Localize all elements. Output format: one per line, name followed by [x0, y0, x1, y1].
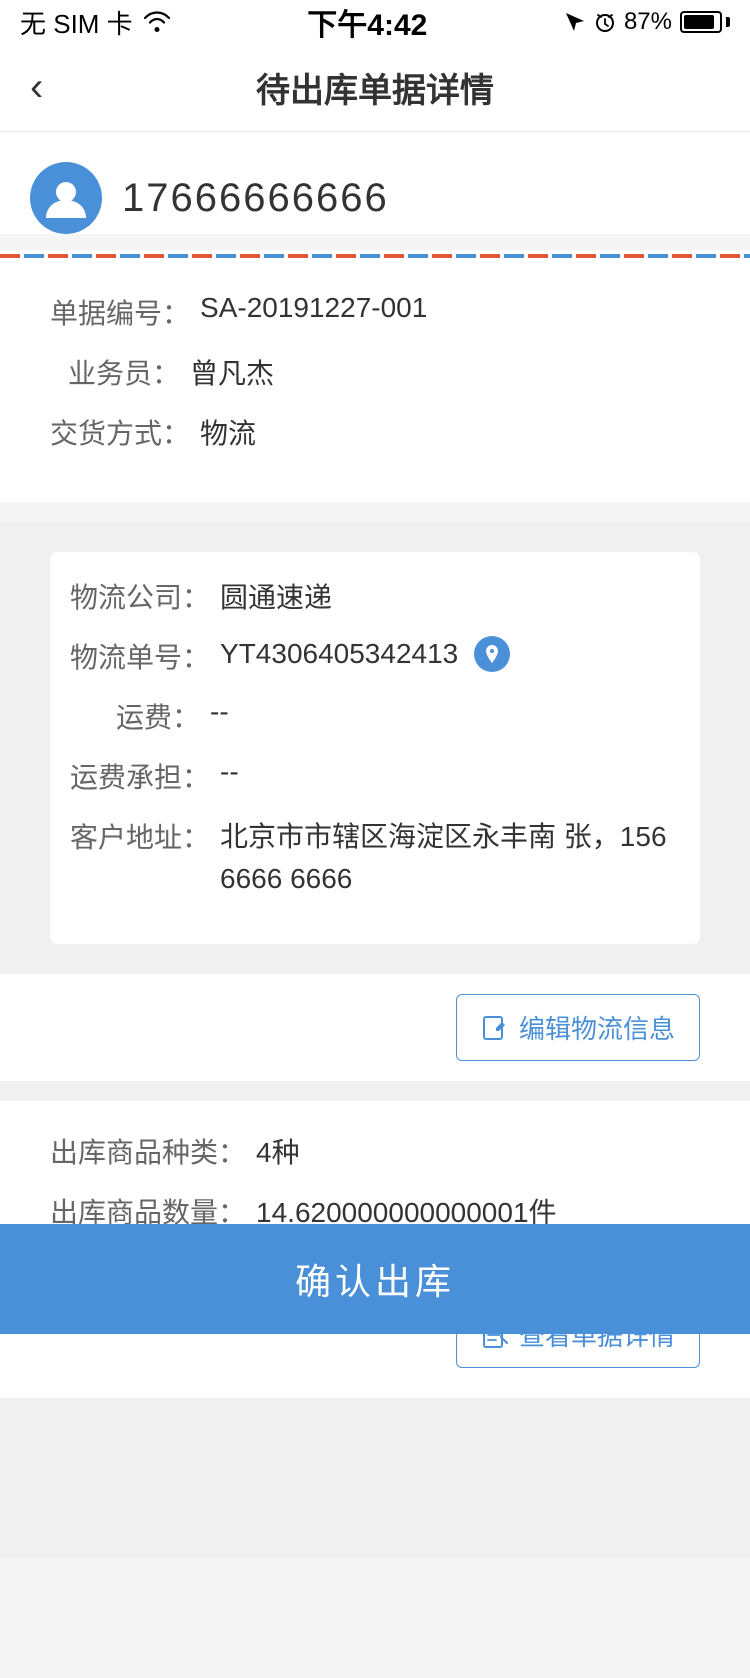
tracking-label: 物流单号：	[70, 636, 210, 676]
order-number-label: 单据编号：	[50, 292, 190, 332]
logistics-inner: 物流公司： 圆通速递 物流单号： YT43064053424​13 运费： --	[50, 552, 700, 944]
tracking-location-icon[interactable]	[474, 636, 510, 672]
edit-logistics-label: 编辑物流信息	[519, 1009, 675, 1046]
status-bar: 无 SIM 卡 下午4:42 87%	[0, 0, 750, 44]
freight-bear-value: --	[220, 756, 680, 788]
status-right: 87%	[564, 8, 730, 36]
salesman-label: 业务员：	[50, 352, 180, 392]
product-type-row: 出库商品种类： 4种	[50, 1131, 700, 1171]
product-type-value: 4种	[256, 1131, 700, 1171]
map-pin-icon	[481, 643, 503, 665]
freight-label: 运费：	[70, 696, 200, 736]
user-section: 17666666666	[0, 132, 750, 234]
tracking-value: YT43064053424​13	[220, 636, 680, 672]
confirm-btn-label: 确认出库	[295, 1253, 455, 1305]
salesman-row: 业务员： 曾凡杰	[50, 352, 700, 392]
confirm-btn-bar[interactable]: 确认出库	[0, 1224, 750, 1334]
delivery-row: 交货方式： 物流	[50, 412, 700, 452]
user-icon	[42, 174, 90, 222]
logistics-company-value: 圆通速递	[220, 576, 680, 616]
freight-bear-label: 运费承担：	[70, 756, 210, 796]
section-separator	[0, 1081, 750, 1101]
logistics-company-row: 物流公司： 圆通速递	[70, 576, 680, 616]
freight-row: 运费： --	[70, 696, 680, 736]
user-phone: 17666666666	[122, 176, 389, 221]
logistics-section: 物流公司： 圆通速递 物流单号： YT43064053424​13 运费： --	[0, 522, 750, 974]
address-label: 客户地址：	[70, 816, 210, 856]
status-time: 下午4:42	[307, 0, 427, 44]
logistics-company-label: 物流公司：	[70, 576, 210, 616]
battery-percent: 87%	[624, 8, 672, 36]
status-carrier: 无 SIM 卡	[20, 4, 171, 41]
salesman-value: 曾凡杰	[190, 352, 700, 392]
alarm-icon	[594, 11, 616, 33]
avatar	[30, 162, 102, 234]
edit-btn-row: 编辑物流信息	[0, 974, 750, 1081]
order-number-value: SA-20191227-001	[200, 292, 700, 324]
address-value: 北京市市辖区海淀区永丰南 张，156 6666 6666	[220, 816, 680, 900]
freight-bear-row: 运费承担： --	[70, 756, 680, 796]
battery-icon	[680, 11, 730, 33]
edit-icon	[481, 1014, 509, 1042]
wifi-icon	[143, 11, 171, 33]
product-type-label: 出库商品种类：	[50, 1131, 246, 1171]
freight-value: --	[210, 696, 680, 728]
nav-bar: ‹ 待出库单据详情	[0, 44, 750, 132]
dashed-line	[0, 254, 750, 258]
location-nav-icon	[564, 11, 586, 33]
delivery-value: 物流	[200, 412, 700, 452]
dashed-divider	[0, 250, 750, 262]
page-title: 待出库单据详情	[256, 63, 494, 112]
carrier-text: 无 SIM 卡	[20, 4, 133, 41]
content: 17666666666 单据编号： SA-20191227-001 业务员： 曾…	[0, 132, 750, 1678]
address-row: 客户地址： 北京市市辖区海淀区永丰南 张，156 6666 6666	[70, 816, 680, 900]
tracking-number: YT43064053424​13	[220, 638, 458, 670]
bottom-space	[0, 1398, 750, 1558]
order-number-row: 单据编号： SA-20191227-001	[50, 292, 700, 332]
tracking-row: 物流单号： YT43064053424​13	[70, 636, 680, 676]
order-info-section: 单据编号： SA-20191227-001 业务员： 曾凡杰 交货方式： 物流	[0, 262, 750, 502]
delivery-label: 交货方式：	[50, 412, 190, 452]
back-button[interactable]: ‹	[30, 65, 43, 110]
edit-logistics-button[interactable]: 编辑物流信息	[456, 994, 700, 1061]
